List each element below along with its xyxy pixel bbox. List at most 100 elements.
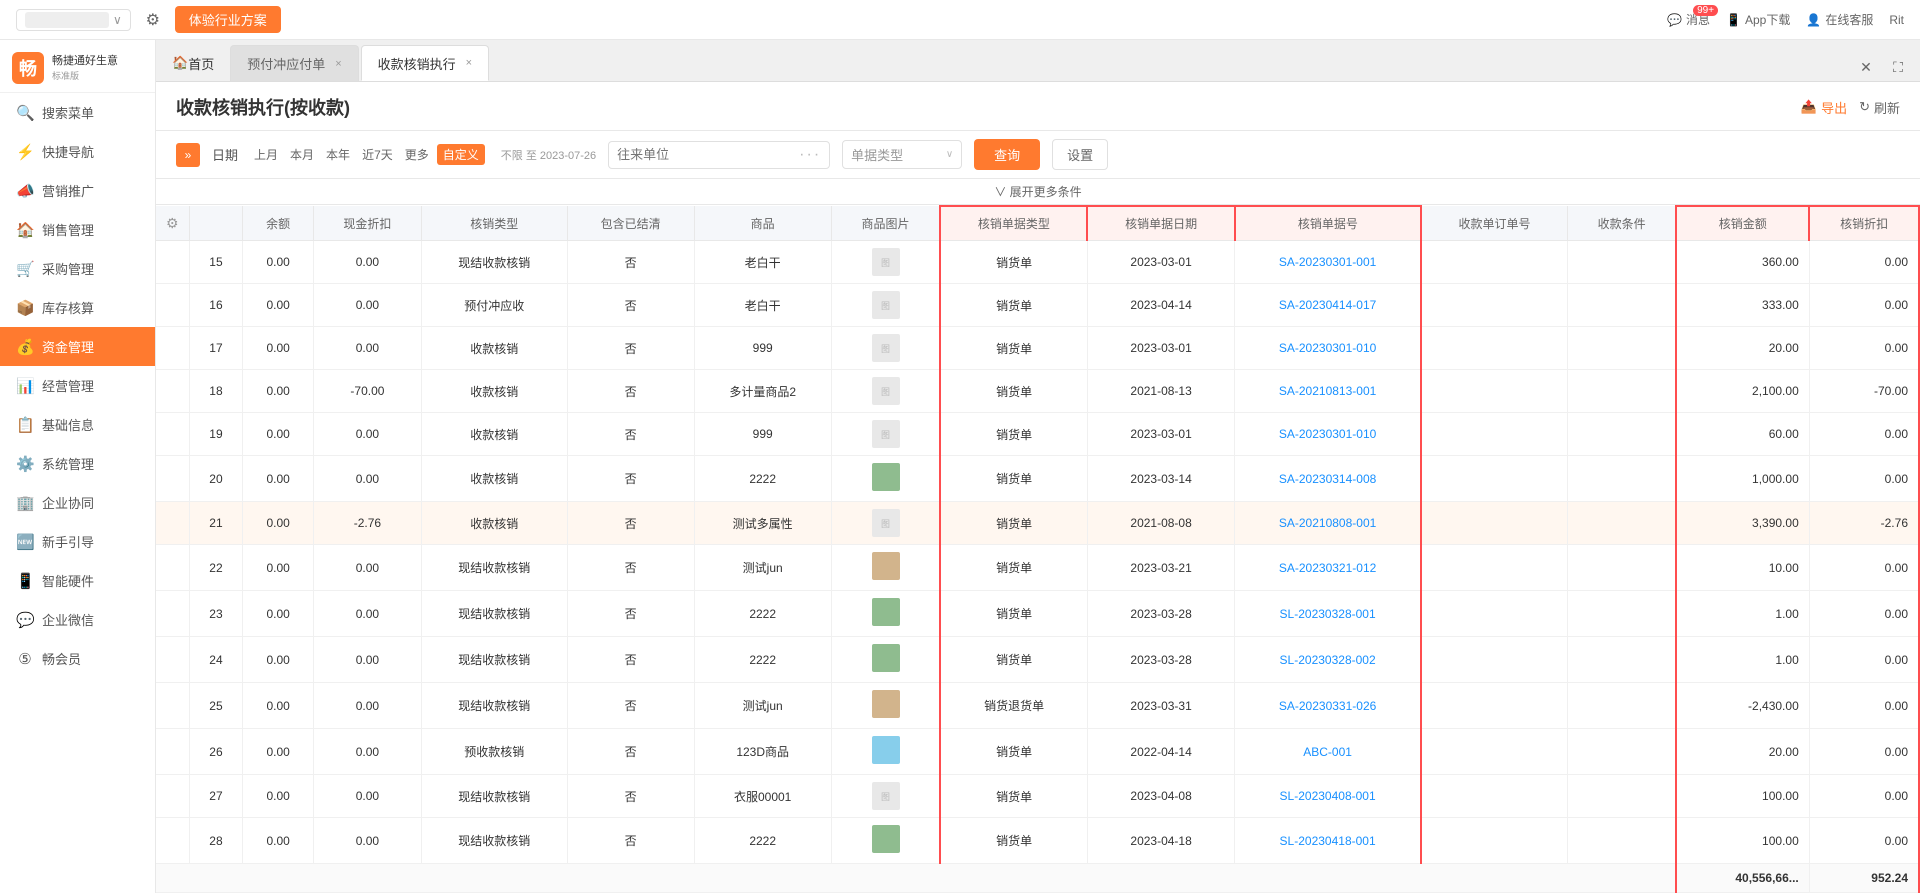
sidebar-label-marketing: 营销推广 [42, 181, 94, 200]
export-btn[interactable]: 📤 导出 [1801, 98, 1847, 117]
inventory-icon: 📦 [16, 299, 34, 317]
td-voucher-date: 2022-04-14 [1087, 729, 1234, 775]
td-write-off-amount: 2,100.00 [1676, 370, 1809, 413]
query-btn[interactable]: 查询 [974, 139, 1040, 170]
sidebar-item-purchase[interactable]: 🛒 采购管理 [0, 249, 155, 288]
filter-date-7days[interactable]: 近7天 [358, 144, 397, 165]
table-row: 17 0.00 0.00 收款核销 否 999 图 销货单 2023-03-01… [156, 327, 1919, 370]
col-settings-icon[interactable]: ⚙ [166, 215, 179, 231]
sidebar-item-guide[interactable]: 🆕 新手引导 [0, 522, 155, 561]
sidebar-item-system[interactable]: ⚙️ 系统管理 [0, 444, 155, 483]
table-area[interactable]: ⚙ 余额 现金折扣 核销类型 包含已结清 商品 商品图片 核销单据类型 核销单据… [156, 205, 1920, 893]
td-voucher-no: SL-20230418-001 [1235, 818, 1421, 864]
online-service-btn[interactable]: 👤 在线客服 [1806, 11, 1873, 28]
td-settings [156, 413, 189, 456]
filter-date-this-year[interactable]: 本年 [322, 144, 354, 165]
td-included-settled: 否 [567, 241, 694, 284]
th-settings[interactable]: ⚙ [156, 206, 189, 241]
td-settings [156, 729, 189, 775]
tab-prepay[interactable]: 预付冲应付单 × [230, 45, 358, 81]
sidebar-item-business[interactable]: 📊 经营管理 [0, 366, 155, 405]
filter-date-last-month[interactable]: 上月 [250, 144, 282, 165]
tab-expand-btn[interactable]: ⛶ [1884, 53, 1912, 81]
td-product-image [831, 545, 940, 591]
filter-expand-btn[interactable]: » [176, 143, 200, 167]
table-row: 15 0.00 0.00 现结收款核销 否 老白干 图 销货单 2023-03-… [156, 241, 1919, 284]
sidebar-label-hardware: 智能硬件 [42, 571, 94, 590]
page-title: 收款核销执行(按收款) [176, 94, 350, 120]
td-seq: 23 [189, 591, 243, 637]
sidebar-item-marketing[interactable]: 📣 营销推广 [0, 171, 155, 210]
td-receipt-condition [1567, 413, 1676, 456]
sidebar-item-quick[interactable]: ⚡ 快捷导航 [0, 132, 155, 171]
settings-icon[interactable]: ⚙ [139, 6, 167, 34]
th-receipt-order-no: 收款单订单号 [1421, 206, 1567, 241]
td-cash-discount: 0.00 [313, 456, 421, 502]
td-product: 测试jun [694, 683, 831, 729]
sidebar-item-sales[interactable]: 🏠 销售管理 [0, 210, 155, 249]
td-voucher-no: SA-20230314-008 [1235, 456, 1421, 502]
sidebar-item-inventory[interactable]: 📦 库存核算 [0, 288, 155, 327]
td-cash-discount: 0.00 [313, 683, 421, 729]
settings-btn[interactable]: 设置 [1052, 139, 1108, 170]
industry-btn[interactable]: 体验行业方案 [175, 6, 281, 33]
sidebar-item-member[interactable]: ⑤ 畅会员 [0, 639, 155, 678]
filter-date-custom[interactable]: 自定义 [437, 144, 485, 165]
th-voucher-date: 核销单据日期 [1087, 206, 1234, 241]
td-voucher-type: 销货单 [940, 241, 1087, 284]
business-icon: 📊 [16, 377, 34, 395]
sidebar-item-wechat[interactable]: 💬 企业微信 [0, 600, 155, 639]
td-voucher-date: 2023-04-14 [1087, 284, 1234, 327]
tab-collection[interactable]: 收款核销执行 × [361, 45, 489, 81]
filter-voucher-type-select[interactable]: 单据类型 ∨ [842, 140, 962, 169]
th-balance: 余额 [243, 206, 314, 241]
user-profile[interactable]: Rit [1889, 13, 1904, 27]
message-btn[interactable]: 💬 消息 99+ [1667, 11, 1710, 28]
td-included-settled: 否 [567, 729, 694, 775]
td-receipt-condition [1567, 241, 1676, 284]
td-product: 2222 [694, 456, 831, 502]
sidebar-item-basic[interactable]: 📋 基础信息 [0, 405, 155, 444]
partner-search-input[interactable] [617, 147, 793, 162]
expand-more-btn[interactable]: ∨ 展开更多条件 [994, 183, 1081, 200]
wechat-icon: 💬 [16, 611, 34, 629]
partner-dots: ··· [799, 146, 821, 164]
filter-date-more[interactable]: 更多 [401, 144, 433, 165]
tab-prepay-close[interactable]: × [335, 58, 341, 70]
footer-total-amount: 40,556,66... [1676, 864, 1809, 893]
sidebar-item-enterprise[interactable]: 🏢 企业协同 [0, 483, 155, 522]
td-balance: 0.00 [243, 370, 314, 413]
td-product-image: 图 [831, 327, 940, 370]
org-selector[interactable]: ∨ [16, 9, 131, 31]
td-included-settled: 否 [567, 284, 694, 327]
tab-home[interactable]: 🏠 首页 [156, 45, 230, 81]
td-balance: 0.00 [243, 775, 314, 818]
logo-text-block: 畅捷通好生意 标准版 [52, 54, 118, 81]
filter-date-this-month[interactable]: 本月 [286, 144, 318, 165]
td-receipt-order-no [1421, 637, 1567, 683]
th-receipt-condition: 收款条件 [1567, 206, 1676, 241]
td-product: 2222 [694, 818, 831, 864]
td-included-settled: 否 [567, 370, 694, 413]
td-receipt-order-no [1421, 545, 1567, 591]
tab-close-window-btn[interactable]: ✕ [1852, 53, 1880, 81]
app-download-btn[interactable]: 📱 App下载 [1726, 11, 1790, 28]
td-voucher-no: SA-20210808-001 [1235, 502, 1421, 545]
td-write-off-amount: 1,000.00 [1676, 456, 1809, 502]
logo-icon: 畅 [12, 52, 44, 84]
sidebar-label-finance: 资金管理 [42, 337, 94, 356]
th-included-settled: 包含已结清 [567, 206, 694, 241]
sidebar-item-finance[interactable]: 💰 资金管理 [0, 327, 155, 366]
td-receipt-condition [1567, 818, 1676, 864]
td-cash-discount: -2.76 [313, 502, 421, 545]
filter-partner-input[interactable]: ··· [608, 141, 830, 169]
td-voucher-date: 2023-03-14 [1087, 456, 1234, 502]
td-product-image: 图 [831, 775, 940, 818]
refresh-btn[interactable]: ↻ 刷新 [1859, 98, 1900, 117]
sidebar-item-search[interactable]: 🔍 搜索菜单 [0, 93, 155, 132]
td-write-off-amount: 1.00 [1676, 637, 1809, 683]
td-voucher-date: 2021-08-13 [1087, 370, 1234, 413]
sidebar-item-hardware[interactable]: 📱 智能硬件 [0, 561, 155, 600]
tab-collection-close[interactable]: × [466, 57, 472, 69]
td-included-settled: 否 [567, 683, 694, 729]
